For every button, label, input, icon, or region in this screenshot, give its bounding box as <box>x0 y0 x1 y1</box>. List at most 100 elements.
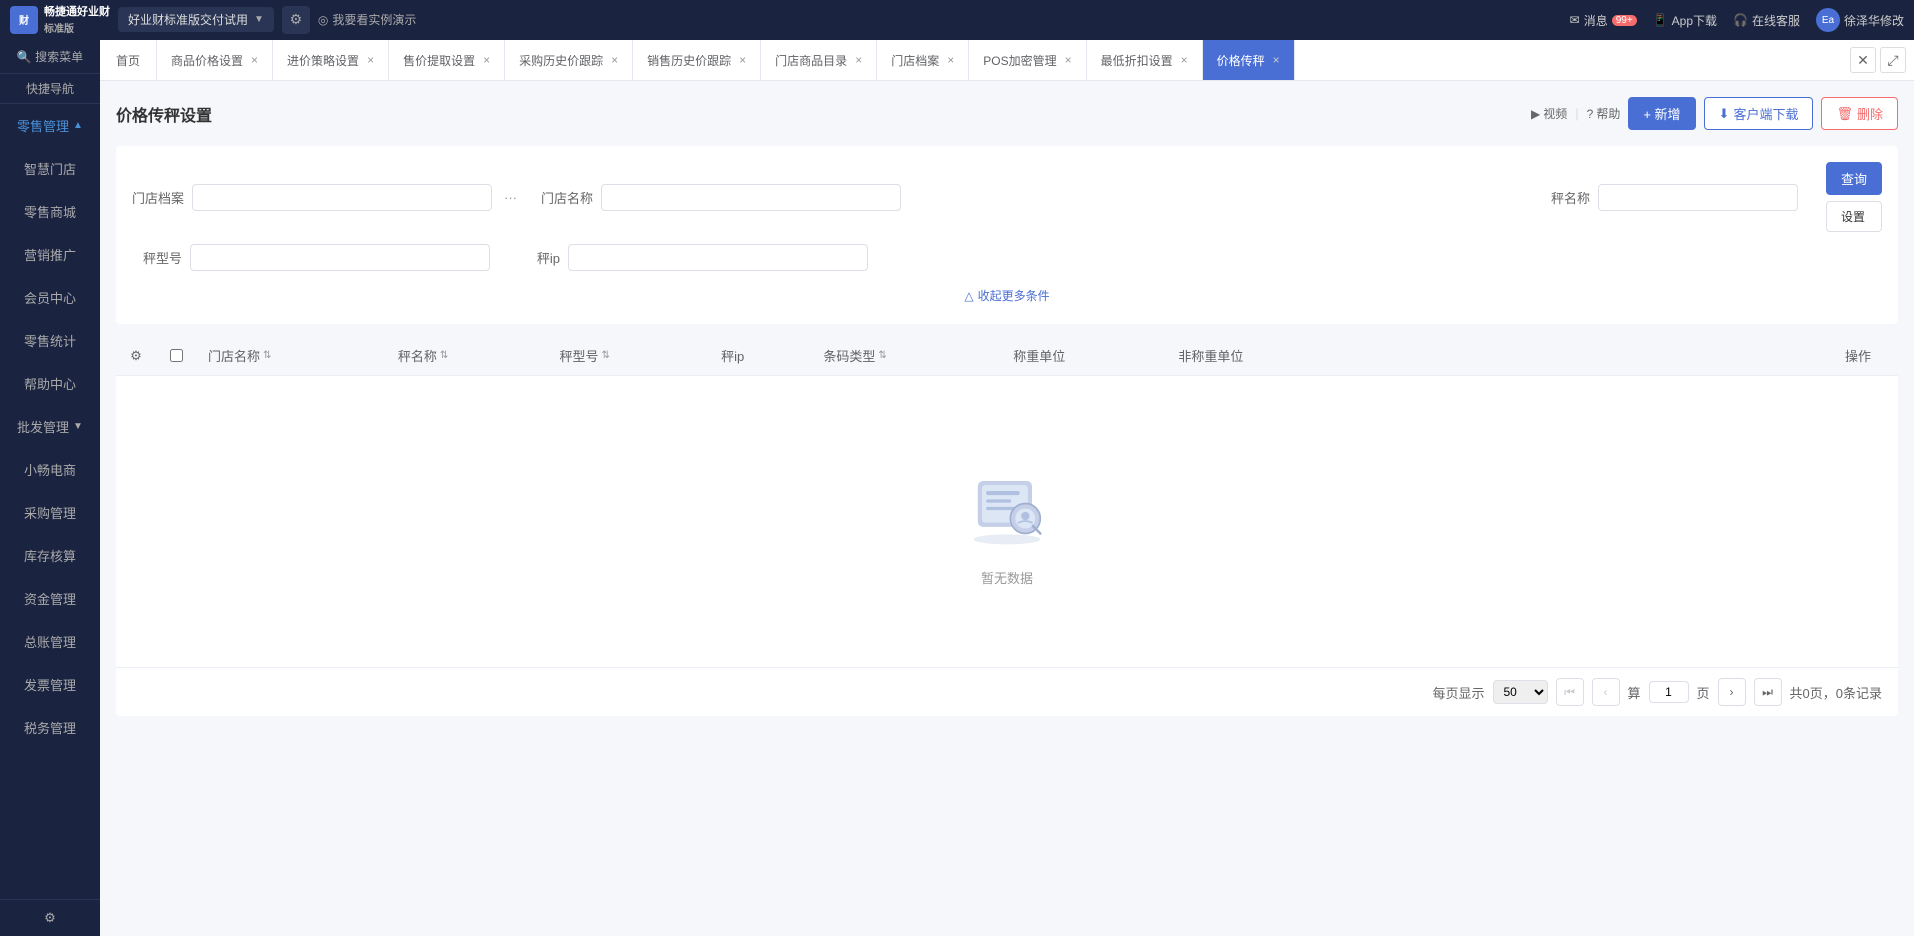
next-page-button[interactable]: › <box>1718 678 1746 706</box>
per-page-select[interactable]: 10 20 50 100 <box>1493 680 1548 704</box>
product-settings-button[interactable]: ⚙ <box>282 6 310 34</box>
sidebar-item-accounting[interactable]: 总账管理 <box>0 620 100 663</box>
collapse-button[interactable]: △ 收起更多条件 <box>964 283 1049 308</box>
delete-button[interactable]: 🗑 删除 <box>1821 97 1898 130</box>
add-button[interactable]: + 新增 <box>1628 97 1695 130</box>
close-tab-icon[interactable]: × <box>1273 53 1280 67</box>
th-gear[interactable]: ⚙ <box>116 336 156 376</box>
close-tab-icon[interactable]: × <box>855 53 862 67</box>
sidebar-item-inventory[interactable]: 库存核算 <box>0 534 100 577</box>
help-icon: ? <box>1587 107 1594 121</box>
sidebar-quick-nav[interactable]: 快捷导航 <box>0 74 100 104</box>
app-download-button[interactable]: 📱 App下载 <box>1653 12 1717 29</box>
page-number-input[interactable] <box>1649 681 1689 703</box>
select-all-checkbox[interactable] <box>170 349 183 362</box>
scale-model-input[interactable] <box>190 244 490 271</box>
sidebar-item-retail-stats[interactable]: 零售统计 <box>0 319 100 362</box>
sidebar-item-label: 税务管理 <box>24 721 76 736</box>
tab-min-discount[interactable]: 最低折扣设置 × <box>1087 40 1203 80</box>
tab-sale-price[interactable]: 售价提取设置 × <box>389 40 505 80</box>
sidebar-item-label: 批发管理 <box>17 417 69 436</box>
store-name-label: 门店名称 <box>541 188 593 207</box>
sidebar-item-invoice[interactable]: 发票管理 <box>0 663 100 706</box>
tab-product-price[interactable]: 商品价格设置 × <box>157 40 273 80</box>
query-button[interactable]: 查询 <box>1826 162 1882 195</box>
close-tab-icon[interactable]: × <box>251 53 258 67</box>
tab-store-catalog[interactable]: 门店商品目录 × <box>761 40 877 80</box>
sidebar-item-retail-mall[interactable]: 零售商城 <box>0 190 100 233</box>
app-download-icon: 📱 <box>1653 13 1668 27</box>
prev-page-button[interactable]: ‹ <box>1592 678 1620 706</box>
close-tab-icon[interactable]: × <box>947 53 954 67</box>
th-barcode-type[interactable]: 条码类型 ⇅ <box>811 336 1001 376</box>
sidebar-item-tax[interactable]: 税务管理 <box>0 706 100 749</box>
messages-button[interactable]: ✉ 消息 99+ <box>1570 12 1637 29</box>
sidebar-item-label: 小畅电商 <box>24 463 76 478</box>
chevron-up-icon: ▲ <box>73 120 83 131</box>
sidebar-item-label: 零售商城 <box>24 205 76 220</box>
close-tab-icon[interactable]: × <box>1181 53 1188 67</box>
app-name: 畅捷通好业财 <box>44 5 110 19</box>
th-store-name[interactable]: 门店名称 ⇅ <box>196 336 386 376</box>
sidebar-item-smart-store[interactable]: 智慧门店 <box>0 147 100 190</box>
close-tab-icon[interactable]: × <box>1065 53 1072 67</box>
main-layout: 🔍 搜索菜单 快捷导航 零售管理 ▲ 智慧门店 零售商城 营销推广 会员中心 零… <box>0 40 1914 936</box>
store-archive-label: 门店档案 <box>132 188 184 207</box>
tab-home[interactable]: 首页 <box>100 40 157 80</box>
settings-filter-button[interactable]: 设置 <box>1826 201 1882 232</box>
video-link[interactable]: ▶ 视频 <box>1531 105 1567 122</box>
close-tab-icon[interactable]: × <box>367 53 374 67</box>
per-page-label: 每页显示 <box>1432 683 1484 702</box>
help-link[interactable]: ? 帮助 <box>1587 105 1621 122</box>
tab-price-scale[interactable]: 价格传秤 × <box>1203 40 1295 80</box>
sidebar-item-wholesale[interactable]: 批发管理 ▼ <box>0 405 100 448</box>
pagination-bar: 每页显示 10 20 50 100 ⏮ ‹ 算 页 › ⏭ 共0页，0条记录 <box>116 667 1898 716</box>
close-window-button[interactable]: ✕ <box>1850 47 1876 73</box>
product-name: 好业财标准版交付试用 <box>128 11 248 28</box>
tab-pos-manage[interactable]: POS加密管理 × <box>969 40 1086 80</box>
store-name-input[interactable] <box>601 184 901 211</box>
tab-sale-history[interactable]: 销售历史价跟踪 × <box>633 40 761 80</box>
online-service-button[interactable]: 🎧 在线客服 <box>1733 12 1800 29</box>
sidebar-item-finance[interactable]: 资金管理 <box>0 577 100 620</box>
logo-area: 财 畅捷通好业财 标准版 <box>10 5 110 34</box>
sidebar-settings-button[interactable]: ⚙ <box>0 899 100 936</box>
table-header-row: ⚙ 门店名称 ⇅ <box>116 336 1898 376</box>
demo-link[interactable]: ◎ 我要看实例演示 <box>318 11 417 28</box>
last-page-button[interactable]: ⏭ <box>1754 678 1782 706</box>
store-archive-input[interactable] <box>192 184 492 211</box>
more-options-icon[interactable]: ··· <box>500 190 521 205</box>
sidebar-search[interactable]: 🔍 搜索菜单 <box>0 40 100 74</box>
sidebar-item-ecommerce[interactable]: 小畅电商 <box>0 448 100 491</box>
th-scale-model[interactable]: 秤型号 ⇅ <box>547 336 709 376</box>
close-tab-icon[interactable]: × <box>483 53 490 67</box>
product-selector[interactable]: 好业财标准版交付试用 ▼ <box>118 7 274 32</box>
tab-store-archive[interactable]: 门店档案 × <box>877 40 969 80</box>
chevron-up-icon: △ <box>964 289 973 303</box>
sidebar-item-purchase[interactable]: 采购管理 <box>0 491 100 534</box>
tab-purchase-strategy[interactable]: 进价策略设置 × <box>273 40 389 80</box>
scale-ip-input[interactable] <box>568 244 868 271</box>
first-page-button[interactable]: ⏮ <box>1556 678 1584 706</box>
close-tab-icon[interactable]: × <box>611 53 618 67</box>
table-body: 暂无数据 <box>116 376 1898 668</box>
messages-label: 消息 <box>1584 12 1608 29</box>
th-checkbox[interactable] <box>156 336 196 376</box>
scale-name-input[interactable] <box>1598 184 1798 211</box>
sidebar-item-retail[interactable]: 零售管理 ▲ <box>0 104 100 147</box>
tab-purchase-history[interactable]: 采购历史价跟踪 × <box>505 40 633 80</box>
download-button[interactable]: ⬇ 客户端下载 <box>1704 97 1814 130</box>
tab-label: 售价提取设置 <box>403 52 475 69</box>
maximize-window-button[interactable]: ⤢ <box>1880 47 1906 73</box>
th-scale-name[interactable]: 秤名称 ⇅ <box>386 336 548 376</box>
user-initials: Ea <box>1822 15 1834 26</box>
messages-badge: 99+ <box>1612 15 1637 26</box>
sidebar-item-member[interactable]: 会员中心 <box>0 276 100 319</box>
app-download-label: App下载 <box>1672 12 1717 29</box>
close-tab-icon[interactable]: × <box>739 53 746 67</box>
sidebar-item-marketing[interactable]: 营销推广 <box>0 233 100 276</box>
sidebar-item-label: 总账管理 <box>24 635 76 650</box>
filter-scale-model: 秤型号 <box>132 244 490 271</box>
sidebar-item-help[interactable]: 帮助中心 <box>0 362 100 405</box>
user-info[interactable]: Ea 徐泽华修改 <box>1816 8 1904 32</box>
